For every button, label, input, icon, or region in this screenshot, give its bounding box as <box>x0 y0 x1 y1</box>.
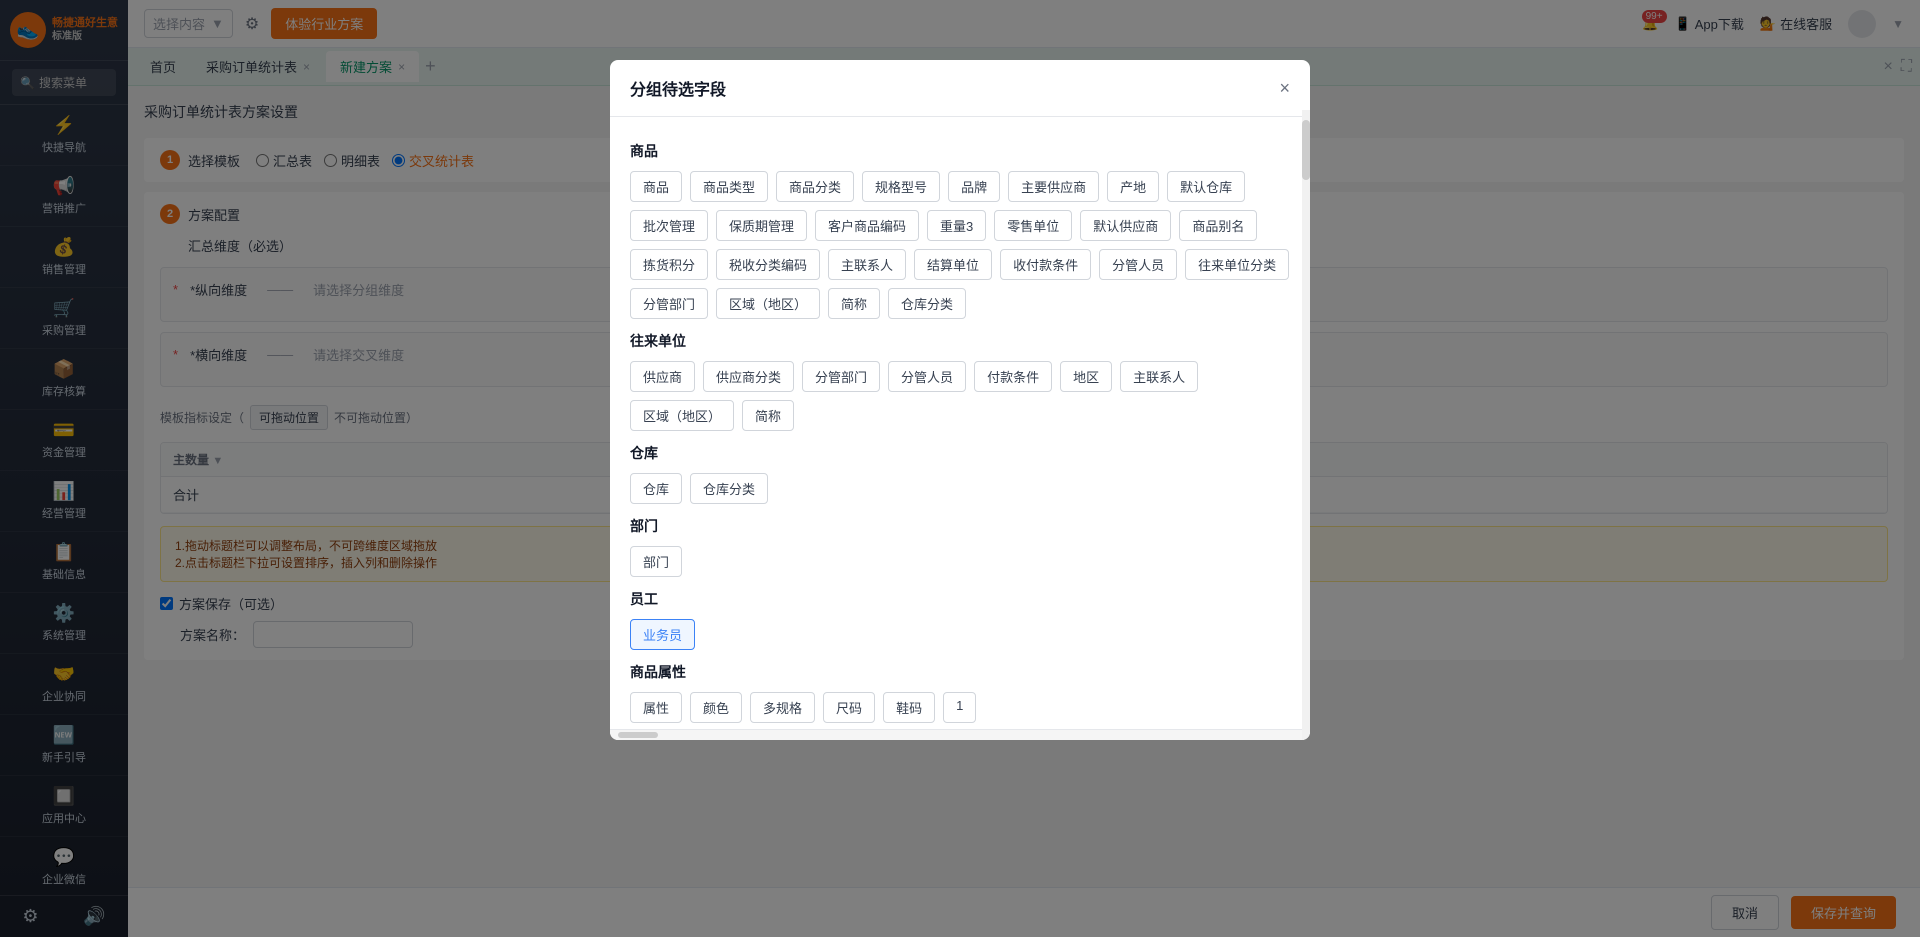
field-main-supplier[interactable]: 主要供应商 <box>1008 171 1099 202</box>
field-region-area[interactable]: 区域（地区） <box>716 288 820 319</box>
field-region-sup[interactable]: 地区 <box>1060 361 1112 392</box>
field-warehouse[interactable]: 仓库 <box>630 473 682 504</box>
field-incoming-category[interactable]: 往来单位分类 <box>1185 249 1289 280</box>
field-retail-unit[interactable]: 零售单位 <box>994 210 1072 241</box>
group-goods-fields: 商品 商品类型 商品分类 规格型号 品牌 主要供应商 产地 默认仓库 批次管理 … <box>630 171 1290 319</box>
modal-overlay: 分组待选字段 × 商品 商品 商品类型 商品分类 规格型号 品牌 主要供应商 产… <box>0 0 1920 937</box>
field-settle-unit[interactable]: 结算单位 <box>914 249 992 280</box>
field-dept[interactable]: 部门 <box>630 546 682 577</box>
field-batch-mgmt[interactable]: 批次管理 <box>630 210 708 241</box>
dialog-close-button[interactable]: × <box>1279 78 1290 99</box>
scroll-track <box>1302 110 1310 740</box>
field-warehouse-cat[interactable]: 仓库分类 <box>690 473 768 504</box>
horizontal-scroll-bar <box>610 729 1310 740</box>
field-payment-sup[interactable]: 付款条件 <box>974 361 1052 392</box>
horizontal-scroll-thumb[interactable] <box>618 732 658 738</box>
field-goods[interactable]: 商品 <box>630 171 682 202</box>
group-employee-fields: 业务员 <box>630 619 1290 650</box>
field-num1[interactable]: 1 <box>943 692 976 723</box>
field-color[interactable]: 颜色 <box>690 692 742 723</box>
dialog-body: 商品 商品 商品类型 商品分类 规格型号 品牌 主要供应商 产地 默认仓库 批次… <box>610 117 1310 729</box>
group-title-goods: 商品 <box>630 141 1290 161</box>
group-title-warehouse: 仓库 <box>630 443 1290 463</box>
field-tax-code[interactable]: 税收分类编码 <box>716 249 820 280</box>
field-default-supplier[interactable]: 默认供应商 <box>1080 210 1171 241</box>
field-main-contact[interactable]: 主联系人 <box>828 249 906 280</box>
group-supplier-fields: 供应商 供应商分类 分管部门 分管人员 付款条件 地区 主联系人 区域（地区） … <box>630 361 1290 431</box>
group-warehouse-fields: 仓库 仓库分类 <box>630 473 1290 504</box>
field-short-name-sup[interactable]: 简称 <box>742 400 794 431</box>
group-goods-attr-fields: 属性 颜色 多规格 尺码 鞋码 1 <box>630 692 1290 723</box>
field-warehouse-category[interactable]: 仓库分类 <box>888 288 966 319</box>
field-manager-sup[interactable]: 分管人员 <box>888 361 966 392</box>
field-shoe-code[interactable]: 鞋码 <box>883 692 935 723</box>
group-title-supplier: 往来单位 <box>630 331 1290 351</box>
field-dept-sup[interactable]: 分管部门 <box>802 361 880 392</box>
field-manager[interactable]: 分管人员 <box>1099 249 1177 280</box>
field-sales-rep[interactable]: 业务员 <box>630 619 695 650</box>
field-size[interactable]: 尺码 <box>823 692 875 723</box>
field-payment-terms[interactable]: 收付款条件 <box>1000 249 1091 280</box>
field-select-dialog: 分组待选字段 × 商品 商品 商品类型 商品分类 规格型号 品牌 主要供应商 产… <box>610 60 1310 740</box>
field-attr[interactable]: 属性 <box>630 692 682 723</box>
group-dept-fields: 部门 <box>630 546 1290 577</box>
field-manage-dept[interactable]: 分管部门 <box>630 288 708 319</box>
field-shelf-life[interactable]: 保质期管理 <box>716 210 807 241</box>
group-title-dept: 部门 <box>630 516 1290 536</box>
scroll-thumb[interactable] <box>1302 120 1310 180</box>
field-supplier-name[interactable]: 供应商 <box>630 361 695 392</box>
field-contact-sup[interactable]: 主联系人 <box>1120 361 1198 392</box>
field-weight3[interactable]: 重量3 <box>927 210 986 241</box>
field-spec-type[interactable]: 规格型号 <box>862 171 940 202</box>
field-customer-code[interactable]: 客户商品编码 <box>815 210 919 241</box>
group-title-goods-attr: 商品属性 <box>630 662 1290 682</box>
field-brand[interactable]: 品牌 <box>948 171 1000 202</box>
field-short-name[interactable]: 简称 <box>828 288 880 319</box>
field-pickup-points[interactable]: 拣货积分 <box>630 249 708 280</box>
field-goods-type[interactable]: 商品类型 <box>690 171 768 202</box>
field-region-area-sup[interactable]: 区域（地区） <box>630 400 734 431</box>
group-title-employee: 员工 <box>630 589 1290 609</box>
dialog-header: 分组待选字段 × <box>610 60 1310 117</box>
field-multi-spec[interactable]: 多规格 <box>750 692 815 723</box>
dialog-title: 分组待选字段 <box>630 76 726 100</box>
field-origin[interactable]: 产地 <box>1107 171 1159 202</box>
field-goods-category[interactable]: 商品分类 <box>776 171 854 202</box>
field-default-warehouse[interactable]: 默认仓库 <box>1167 171 1245 202</box>
field-goods-alias[interactable]: 商品别名 <box>1179 210 1257 241</box>
field-supplier-category[interactable]: 供应商分类 <box>703 361 794 392</box>
